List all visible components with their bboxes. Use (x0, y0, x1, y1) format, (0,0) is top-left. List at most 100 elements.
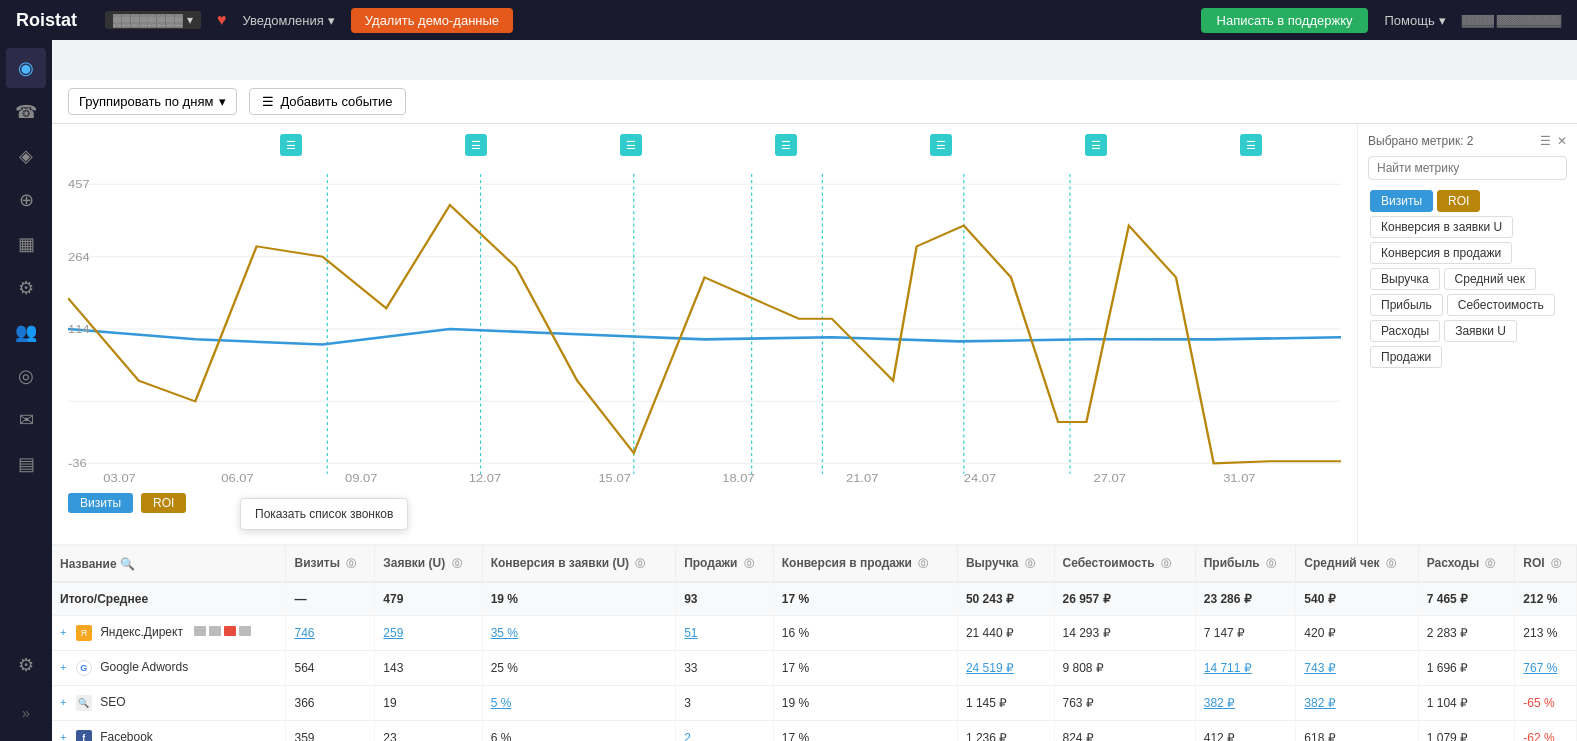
cell-link[interactable]: 2 (684, 731, 691, 741)
account-name: ▓▓▓▓▓▓▓▓ (113, 13, 183, 27)
metrics-search-input[interactable] (1368, 156, 1567, 180)
notifications-button[interactable]: Уведомления ▾ (243, 13, 335, 28)
delete-demo-button[interactable]: Удалить демо-данные (351, 8, 513, 33)
cell-link[interactable]: 382 ₽ (1204, 696, 1235, 710)
cell-visits-0: 746 (286, 616, 375, 651)
sidebar-item-reports[interactable]: ▦ (6, 224, 46, 264)
name-search-icon[interactable]: 🔍 (120, 557, 135, 571)
sidebar-expand-button[interactable]: » (6, 693, 46, 733)
metric-tag-Себестоимость[interactable]: Себестоимость (1447, 294, 1555, 316)
metric-tag-Расходы[interactable]: Расходы (1370, 320, 1440, 342)
cell-sales-0: 51 (676, 616, 774, 651)
cell-link[interactable]: 746 (294, 626, 314, 640)
metric-tag-Средний-чек[interactable]: Средний чек (1444, 268, 1536, 290)
sidebar-item-users[interactable]: 👥 (6, 312, 46, 352)
event-marker-3[interactable]: ☰ (620, 134, 642, 156)
cell-link[interactable]: 51 (684, 626, 697, 640)
user-name[interactable]: ▓▓▓▓ ▓▓▓▓▓▓▓▓ (1462, 14, 1561, 26)
sidebar-item-projects[interactable]: ▤ (6, 444, 46, 484)
event-marker-1[interactable]: ☰ (280, 134, 302, 156)
conv-leads-sort-icon[interactable]: ⓪ (635, 558, 645, 569)
svg-text:24.07: 24.07 (964, 472, 997, 484)
table-header-row: Название 🔍 Визиты ⓪ Заявки (U) ⓪ Конверс… (52, 546, 1577, 582)
event-marker-5[interactable]: ☰ (930, 134, 952, 156)
cell-roi-1: 767 % (1515, 651, 1577, 686)
table-row-total: Итого/Среднее — 479 19 % 93 17 % 50 243 … (52, 582, 1577, 616)
metric-tag-ROI[interactable]: ROI (1437, 190, 1480, 212)
sidebar-item-dashboard[interactable]: ◉ (6, 48, 46, 88)
cell-link[interactable]: 5 % (491, 696, 512, 710)
sidebar-item-settings[interactable]: ⚙ (6, 645, 46, 685)
toolbar: Группировать по дням ▾ ☰ Добавить событи… (52, 80, 1577, 124)
total-profit: 23 286 ₽ (1195, 582, 1296, 616)
cell-link[interactable]: 743 ₽ (1304, 661, 1335, 675)
svg-text:264: 264 (68, 251, 90, 264)
cell-roi-2: -65 % (1515, 686, 1577, 721)
row-expand-3[interactable]: + (60, 731, 66, 741)
support-button[interactable]: Написать в поддержку (1201, 8, 1369, 33)
sidebar-item-experiments[interactable]: ⚙ (6, 268, 46, 308)
heart-icon[interactable]: ♥ (217, 11, 227, 29)
sales-sort-icon[interactable]: ⓪ (744, 558, 754, 569)
roi-sort-icon[interactable]: ⓪ (1551, 558, 1561, 569)
account-selector[interactable]: ▓▓▓▓▓▓▓▓ ▾ (105, 11, 201, 29)
revenue-sort-icon[interactable]: ⓪ (1025, 558, 1035, 569)
cell-avg_check-1: 743 ₽ (1296, 651, 1418, 686)
chart-badge-roi[interactable]: ROI (141, 493, 186, 513)
row-expand-1[interactable]: + (60, 661, 66, 673)
metric-tag-Конверсия-в-заявки-U[interactable]: Конверсия в заявки U (1370, 216, 1513, 238)
visits-sort-icon[interactable]: ⓪ (346, 558, 356, 569)
view-icon-0[interactable] (194, 626, 206, 636)
sidebar-item-integration[interactable]: ⊕ (6, 180, 46, 220)
total-conv-leads: 19 % (482, 582, 676, 616)
cell-link[interactable]: 259 (383, 626, 403, 640)
metric-tag-Конверсия-в-продажи[interactable]: Конверсия в продажи (1370, 242, 1512, 264)
cell-name-0: + Я Яндекс.Директ (52, 616, 286, 651)
sidebar-item-analytics[interactable]: ◈ (6, 136, 46, 176)
row-expand-0[interactable]: + (60, 626, 66, 638)
cell-roi-3: -62 % (1515, 721, 1577, 742)
help-button[interactable]: Помощь ▾ (1384, 13, 1445, 28)
row-expand-2[interactable]: + (60, 696, 66, 708)
metrics-list-icon[interactable]: ☰ (1540, 134, 1551, 148)
cell-link[interactable]: 14 711 ₽ (1204, 661, 1252, 675)
event-marker-4[interactable]: ☰ (775, 134, 797, 156)
metric-tag-Продажи[interactable]: Продажи (1370, 346, 1442, 368)
sidebar-item-calls[interactable]: ☎ (6, 92, 46, 132)
leads-sort-icon[interactable]: ⓪ (452, 558, 462, 569)
expenses-sort-icon[interactable]: ⓪ (1485, 558, 1495, 569)
profit-sort-icon[interactable]: ⓪ (1266, 558, 1276, 569)
chart-icon-0[interactable] (209, 626, 221, 636)
event-marker-7[interactable]: ☰ (1240, 134, 1262, 156)
event-marker-2[interactable]: ☰ (465, 134, 487, 156)
group-by-button[interactable]: Группировать по дням ▾ (68, 88, 237, 115)
event-marker-6[interactable]: ☰ (1085, 134, 1107, 156)
list-icon-0[interactable] (239, 626, 251, 636)
col-header-leads-u: Заявки (U) ⓪ (375, 546, 482, 582)
conv-sales-sort-icon[interactable]: ⓪ (918, 558, 928, 569)
avg-sort-icon[interactable]: ⓪ (1386, 558, 1396, 569)
metric-tag-Заявки-U[interactable]: Заявки U (1444, 320, 1517, 342)
metric-tag-Выручка[interactable]: Выручка (1370, 268, 1440, 290)
total-leads-u: 479 (375, 582, 482, 616)
metric-tag-Визиты[interactable]: Визиты (1370, 190, 1433, 212)
metric-tag-Прибыль[interactable]: Прибыль (1370, 294, 1443, 316)
cell-link[interactable]: 767 % (1523, 661, 1557, 675)
cost-sort-icon[interactable]: ⓪ (1161, 558, 1171, 569)
metrics-close-icon[interactable]: ✕ (1557, 134, 1567, 148)
delete-icon-0[interactable] (224, 626, 236, 636)
add-event-button[interactable]: ☰ Добавить событие (249, 88, 405, 115)
cell-cost-2: 763 ₽ (1054, 686, 1195, 721)
cell-link[interactable]: 35 % (491, 626, 518, 640)
cell-link[interactable]: 24 519 ₽ (966, 661, 1014, 675)
help-label: Помощь (1384, 13, 1434, 28)
sidebar-item-email[interactable]: ✉ (6, 400, 46, 440)
svg-text:31.07: 31.07 (1223, 472, 1256, 484)
chart-badge-visits[interactable]: Визиты (68, 493, 133, 513)
cell-expenses-3: 1 079 ₽ (1418, 721, 1515, 742)
cell-link[interactable]: 382 ₽ (1304, 696, 1335, 710)
group-by-chevron-icon: ▾ (219, 94, 226, 109)
total-sales: 93 (676, 582, 774, 616)
logo: Roistat (16, 10, 77, 31)
sidebar-item-goals[interactable]: ◎ (6, 356, 46, 396)
